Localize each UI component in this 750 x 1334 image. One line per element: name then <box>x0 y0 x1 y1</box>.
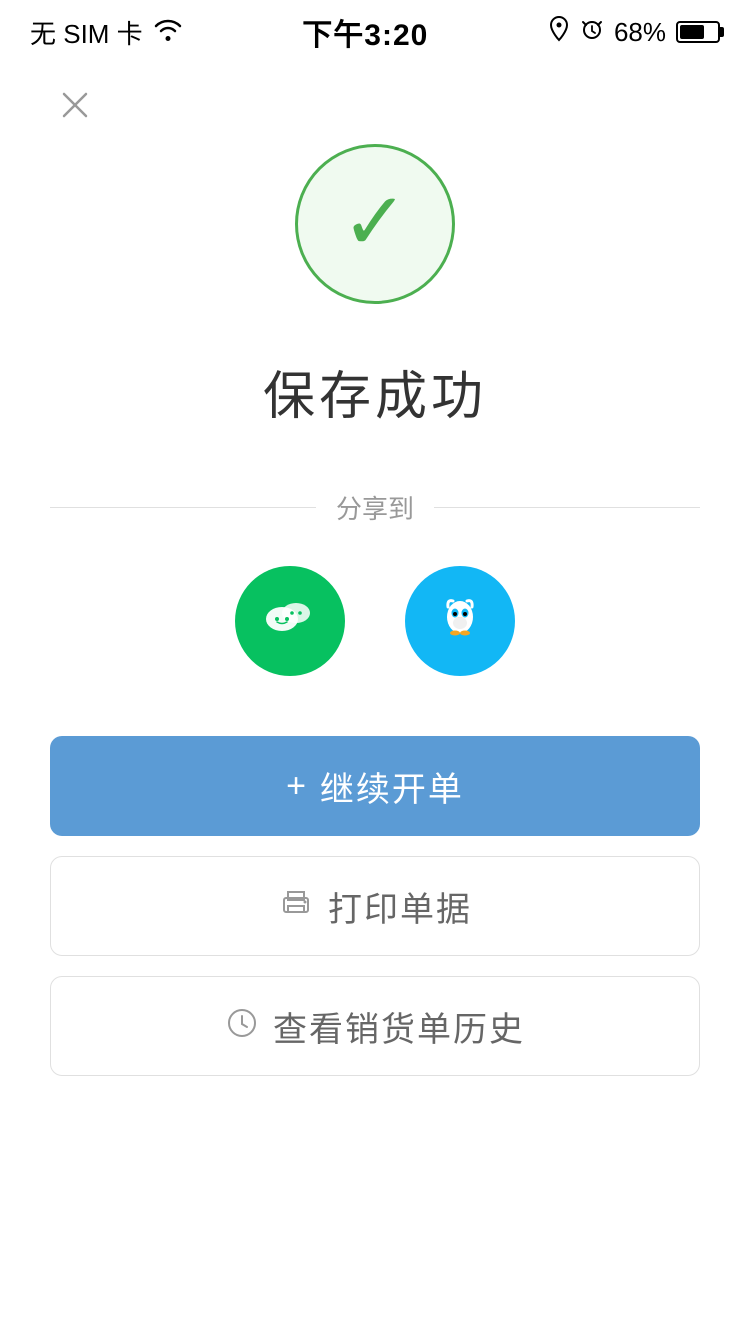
share-divider: 分享到 <box>50 489 700 526</box>
status-right: 68% <box>548 16 720 49</box>
share-qq-button[interactable] <box>405 566 515 676</box>
status-bar: 无 SIM 卡 下午3:20 68% <box>0 0 750 64</box>
share-icons <box>50 566 700 676</box>
status-time: 下午3:20 <box>302 10 428 54</box>
divider-left <box>50 507 316 508</box>
carrier-text: 无 SIM 卡 <box>30 14 143 51</box>
print-receipt-button[interactable]: 打印单据 <box>50 856 700 956</box>
checkmark-icon: ✓ <box>341 182 408 262</box>
success-circle: ✓ <box>295 144 455 304</box>
continue-order-label: 继续开单 <box>320 762 464 811</box>
wifi-icon <box>153 17 183 48</box>
history-icon <box>225 1006 259 1047</box>
share-wechat-button[interactable] <box>235 566 345 676</box>
continue-order-button[interactable]: + 继续开单 <box>50 736 700 836</box>
print-icon <box>278 884 314 928</box>
share-label: 分享到 <box>316 489 434 526</box>
divider-right <box>434 507 700 508</box>
view-history-button[interactable]: 查看销货单历史 <box>50 976 700 1076</box>
location-icon <box>548 16 570 49</box>
success-title: 保存成功 <box>263 354 487 429</box>
alarm-icon <box>580 16 604 49</box>
battery-icon <box>676 21 720 43</box>
battery-percent: 68% <box>614 17 666 48</box>
view-history-label: 查看销货单历史 <box>273 1002 525 1051</box>
close-button[interactable] <box>50 80 100 130</box>
main-content: ✓ 保存成功 分享到 <box>0 64 750 1076</box>
plus-icon: + <box>286 767 306 806</box>
action-buttons: + 继续开单 打印单据 查看销货单历史 <box>0 736 750 1076</box>
print-receipt-label: 打印单据 <box>328 882 472 931</box>
status-left: 无 SIM 卡 <box>30 14 183 51</box>
share-section: 分享到 <box>0 489 750 676</box>
